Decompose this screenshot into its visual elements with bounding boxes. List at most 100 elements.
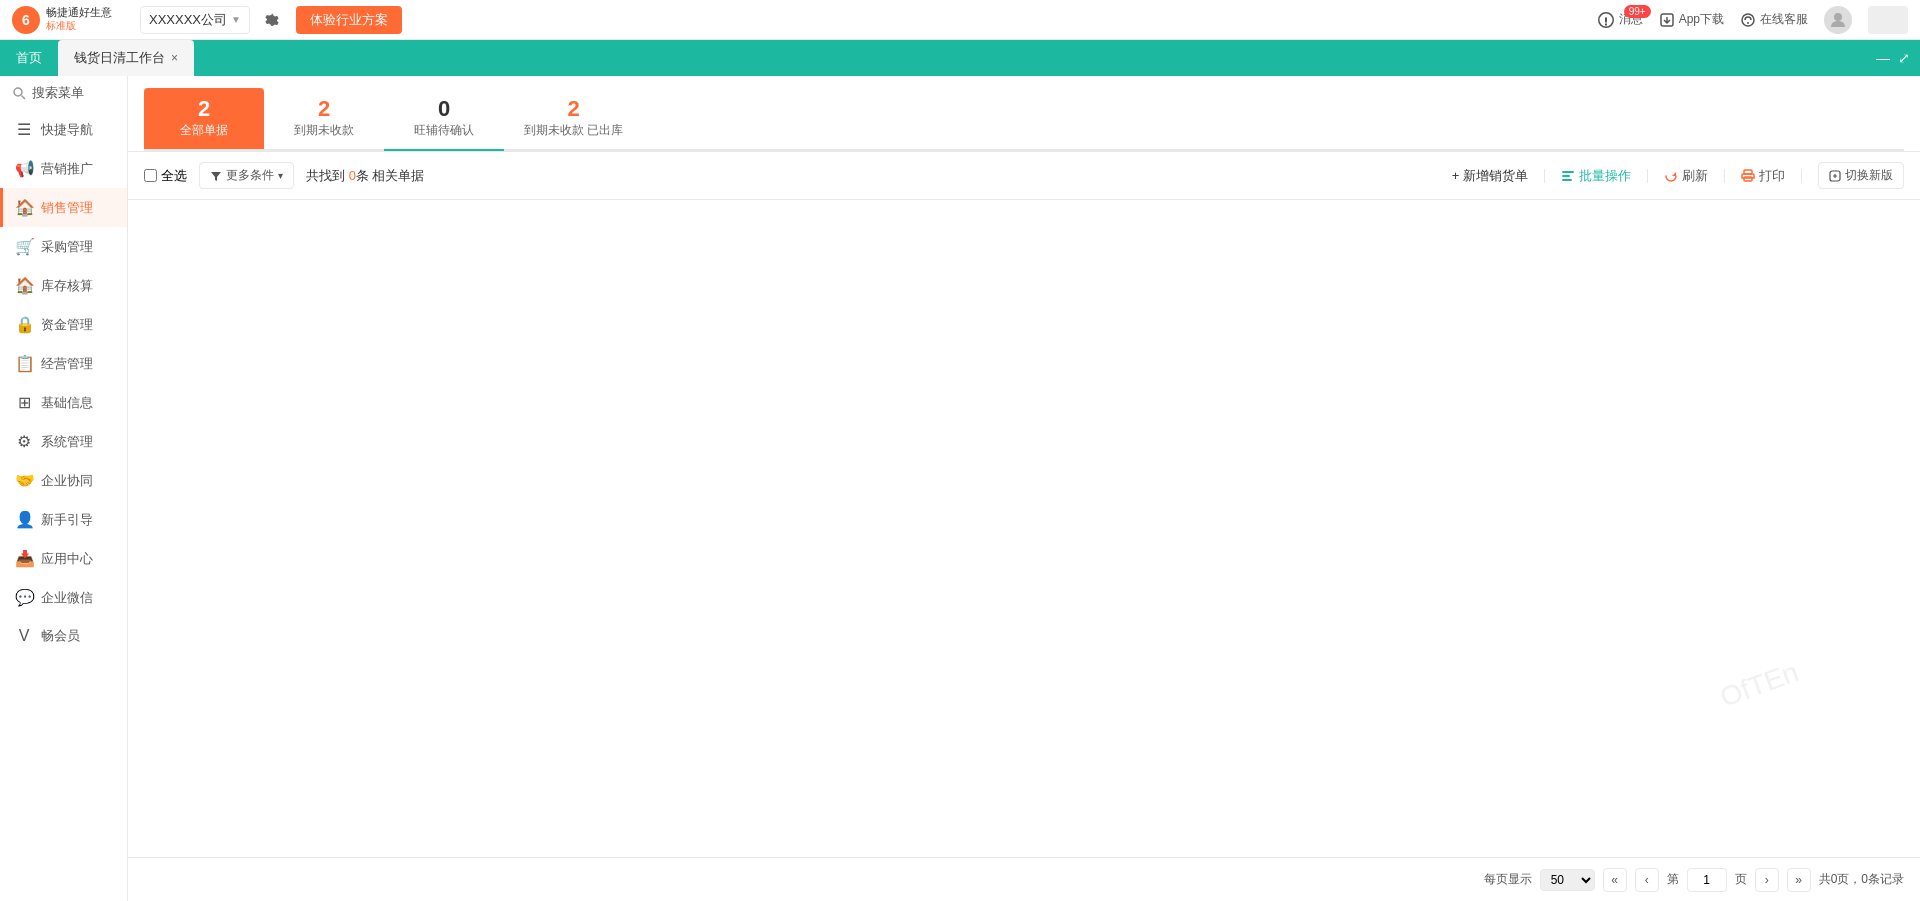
logo-area: 6 畅捷通好生意 标准版	[12, 6, 140, 34]
stat-tab-pending-confirm[interactable]: 0 旺辅待确认	[384, 88, 504, 149]
company-selector[interactable]: XXXXXX公司 ▼	[140, 6, 250, 34]
company-name: XXXXXX公司	[149, 11, 227, 29]
capital-icon: 🔒	[15, 315, 33, 334]
filter-chevron-icon: ▾	[278, 170, 283, 181]
member-icon: V	[15, 627, 33, 645]
sidebar-item-member[interactable]: V 畅会员	[0, 617, 127, 655]
divider-4	[1801, 169, 1802, 183]
quick-nav-label: 快捷导航	[41, 121, 93, 139]
filter-button[interactable]: 更多条件 ▾	[199, 162, 294, 189]
app-badge: 标准版	[46, 19, 112, 33]
sidebar-item-basic-info[interactable]: ⊞ 基础信息	[0, 383, 127, 422]
tab-minimize-button[interactable]: —	[1876, 50, 1890, 66]
messages-button[interactable]: 消息 99+	[1597, 11, 1643, 29]
logo-icon: 6	[12, 6, 40, 34]
sidebar-item-sales[interactable]: 🏠 销售管理	[0, 188, 127, 227]
user-avatar[interactable]	[1824, 6, 1852, 34]
page-label-suffix: 页	[1735, 871, 1747, 888]
trial-button[interactable]: 体验行业方案	[296, 6, 402, 34]
next-page-button[interactable]: ›	[1755, 868, 1779, 892]
first-page-button[interactable]: «	[1603, 868, 1627, 892]
last-page-button[interactable]: »	[1787, 868, 1811, 892]
sidebar-item-marketing[interactable]: 📢 营销推广	[0, 149, 127, 188]
divider-2	[1647, 169, 1648, 183]
pending-confirm-count: 0	[404, 96, 484, 122]
divider-1	[1544, 169, 1545, 183]
pagination-bar: 每页显示 50 100 200 « ‹ 第 页 › » 共0页，0条记录	[128, 857, 1920, 901]
tab-maximize-button[interactable]: ⤢	[1898, 50, 1910, 66]
search-menu-label: 搜索菜单	[32, 84, 84, 102]
print-button[interactable]: 打印	[1741, 167, 1785, 185]
sidebar-item-system[interactable]: ⚙ 系统管理	[0, 422, 127, 461]
refresh-button[interactable]: 刷新	[1664, 167, 1708, 185]
sidebar-item-enterprise-wechat[interactable]: 💬 企业微信	[0, 578, 127, 617]
prev-page-button[interactable]: ‹	[1635, 868, 1659, 892]
sidebar-item-inventory[interactable]: 🏠 库存核算	[0, 266, 127, 305]
total-records-label: 共0页，0条记录	[1819, 871, 1904, 888]
marketing-label: 营销推广	[41, 160, 93, 178]
tab-cashflow-workbench[interactable]: 钱货日清工作台 ×	[58, 40, 194, 76]
refresh-label: 刷新	[1682, 167, 1708, 185]
sidebar-item-operations[interactable]: 📋 经营管理	[0, 344, 127, 383]
sidebar-item-app-center[interactable]: 📥 应用中心	[0, 539, 127, 578]
user-name-area[interactable]	[1868, 6, 1908, 34]
message-badge: 99+	[1624, 5, 1651, 18]
svg-rect-7	[1562, 175, 1570, 177]
sales-label: 销售管理	[41, 199, 93, 217]
stat-tab-overdue-unshipped[interactable]: 2 到期未收款 已出库	[504, 88, 643, 149]
basic-info-icon: ⊞	[15, 393, 33, 412]
switch-version-button[interactable]: 切换新版	[1818, 162, 1904, 189]
sidebar-item-capital[interactable]: 🔒 资金管理	[0, 305, 127, 344]
online-service-button[interactable]: 在线客服	[1740, 11, 1808, 28]
tab-bar: 首页 钱货日清工作台 × — ⤢	[0, 40, 1920, 76]
settings-button[interactable]	[258, 6, 286, 34]
app-download-button[interactable]: App下载	[1659, 11, 1724, 28]
tab-cashflow-label: 钱货日清工作台	[74, 49, 165, 67]
sidebar-item-purchase[interactable]: 🛒 采购管理	[0, 227, 127, 266]
table-area	[128, 200, 1920, 857]
svg-rect-8	[1562, 179, 1572, 181]
overdue-unshipped-label: 到期未收款 已出库	[524, 123, 623, 137]
filter-label: 更多条件	[226, 167, 274, 184]
enterprise-label: 企业协同	[41, 472, 93, 490]
enterprise-wechat-label: 企业微信	[41, 589, 93, 607]
stat-tab-overdue-unpaid[interactable]: 2 到期未收款	[264, 88, 384, 149]
toolbar: 全选 更多条件 ▾ 共找到 0条 相关单据 + 新增销货单	[128, 152, 1920, 200]
page-number-input[interactable]	[1687, 868, 1727, 892]
svg-point-1	[1742, 14, 1754, 26]
chevron-down-icon: ▼	[231, 14, 241, 25]
top-header: 6 畅捷通好生意 标准版 XXXXXX公司 ▼ 体验行业方案 消息 99+ Ap	[0, 0, 1920, 40]
capital-label: 资金管理	[41, 316, 93, 334]
batch-ops-label: 批量操作	[1579, 167, 1631, 185]
switch-version-label: 切换新版	[1845, 167, 1893, 184]
sidebar-item-new-user[interactable]: 👤 新手引导	[0, 500, 127, 539]
tab-home[interactable]: 首页	[0, 40, 58, 76]
new-user-label: 新手引导	[41, 511, 93, 529]
found-count: 0	[349, 168, 356, 183]
all-orders-count: 2	[164, 96, 244, 122]
app-center-label: 应用中心	[41, 550, 93, 568]
page-size-select[interactable]: 50 100 200	[1540, 869, 1595, 891]
toolbar-right: + 新增销货单 批量操作 刷新	[1452, 162, 1904, 189]
basic-info-label: 基础信息	[41, 394, 93, 412]
print-label: 打印	[1759, 167, 1785, 185]
logo-text-block: 畅捷通好生意 标准版	[46, 6, 112, 33]
new-sales-label: + 新增销货单	[1452, 167, 1528, 185]
select-all-checkbox[interactable]: 全选	[144, 167, 187, 185]
sidebar-item-enterprise[interactable]: 🤝 企业协同	[0, 461, 127, 500]
sales-icon: 🏠	[15, 198, 33, 217]
tab-close-icon[interactable]: ×	[171, 51, 178, 65]
operations-label: 经营管理	[41, 355, 93, 373]
svg-point-3	[1834, 13, 1842, 21]
new-sales-button[interactable]: + 新增销货单	[1452, 167, 1528, 185]
member-label: 畅会员	[41, 627, 80, 645]
stat-tab-all-orders[interactable]: 2 全部单据	[144, 88, 264, 149]
sidebar-item-quick-nav[interactable]: ☰ 快捷导航	[0, 110, 127, 149]
sidebar-search[interactable]: 搜索菜单	[0, 76, 127, 110]
new-user-icon: 👤	[15, 510, 33, 529]
app-download-label: App下载	[1679, 11, 1724, 28]
overdue-unshipped-count: 2	[524, 96, 623, 122]
select-all-input[interactable]	[144, 169, 157, 182]
batch-ops-button[interactable]: 批量操作	[1561, 167, 1631, 185]
app-center-icon: 📥	[15, 549, 33, 568]
